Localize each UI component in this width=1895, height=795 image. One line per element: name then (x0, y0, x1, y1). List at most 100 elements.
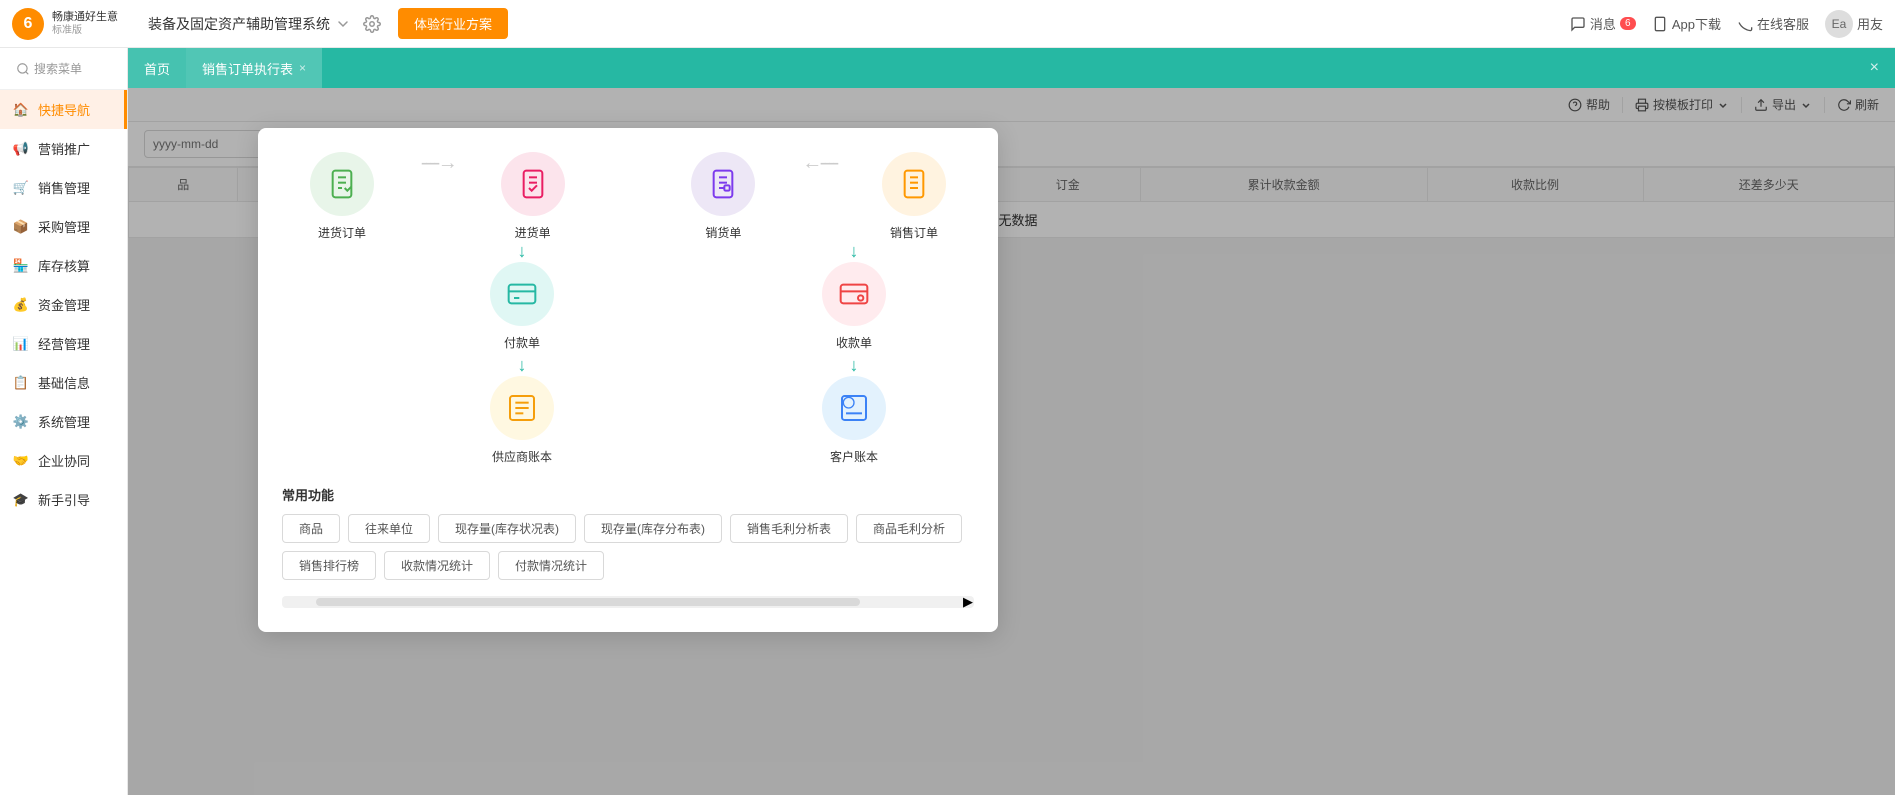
sidebar-item-sales[interactable]: 🛒 销售管理 (0, 168, 127, 207)
btn-sales-gross[interactable]: 销售毛利分析表 (730, 514, 848, 543)
tab-sales-order-label: 销售订单执行表 (202, 59, 293, 78)
purchase-order-circle (310, 152, 374, 216)
system-icon: ⚙️ (12, 413, 30, 431)
online-service-label: 在线客服 (1757, 14, 1809, 33)
search-icon (16, 62, 30, 76)
page-content: 帮助 按模板打印 导出 (128, 88, 1895, 795)
main-area: 搜索菜单 🏠 快捷导航 📢 营销推广 🛒 销售管理 📦 采购管理 🏪 库 (0, 48, 1895, 795)
message-badge: 6 (1620, 17, 1636, 30)
modal: 进货订单 - - - - → 进货单 (258, 128, 998, 632)
arrow-2: ← - - - - (783, 152, 854, 199)
sales-order-label: 销售订单 (890, 224, 938, 241)
left-down-col: ↓ 付款单 ↓ (462, 241, 582, 465)
sidebar-item-operation[interactable]: 📊 经营管理 (0, 324, 127, 363)
sidebar-item-label: 系统管理 (38, 412, 90, 431)
flow-item-purchase-order[interactable]: 进货订单 (282, 152, 402, 241)
experience-button[interactable]: 体验行业方案 (398, 8, 508, 39)
sidebar-item-label: 采购管理 (38, 217, 90, 236)
logo-name: 畅康通好生意 (52, 10, 118, 24)
common-title: 常用功能 (282, 485, 974, 504)
top-bar-right: 消息 6 App下载 在线客服 Ea 用友 (1570, 10, 1883, 38)
sidebar-item-label: 资金管理 (38, 295, 90, 314)
btn-stock-dist[interactable]: 现存量(库存分布表) (584, 514, 722, 543)
btn-partner[interactable]: 往来单位 (348, 514, 430, 543)
sidebar-item-label: 企业协同 (38, 451, 90, 470)
purchase-icon: 📦 (12, 218, 30, 236)
logo-area: 6 畅康通好生意 标准版 (12, 8, 140, 40)
search-inner[interactable]: 搜索菜单 (8, 56, 119, 81)
scroll-right-btn[interactable]: ▶ (962, 596, 974, 608)
btn-goods[interactable]: 商品 (282, 514, 340, 543)
sidebar-item-quick-nav[interactable]: 🏠 快捷导航 (0, 90, 127, 129)
system-title: 装备及固定资产辅助管理系统 (148, 14, 350, 34)
sidebar-search[interactable]: 搜索菜单 (0, 48, 127, 90)
message-item[interactable]: 消息 6 (1570, 14, 1636, 33)
flow-item-sales-order[interactable]: 销售订单 (854, 152, 974, 241)
flow-item-supplier-ledger[interactable]: 供应商账本 (462, 376, 582, 465)
flow-item-sales-bill[interactable]: 销货单 (663, 152, 783, 241)
sidebar-item-basic[interactable]: 📋 基础信息 (0, 363, 127, 402)
purchase-order-label: 进货订单 (318, 224, 366, 241)
user-name: 用友 (1857, 14, 1883, 33)
payment-label: 付款单 (504, 334, 540, 351)
supplier-ledger-circle (490, 376, 554, 440)
sidebar-item-system[interactable]: ⚙️ 系统管理 (0, 402, 127, 441)
sidebar: 搜索菜单 🏠 快捷导航 📢 营销推广 🛒 销售管理 📦 采购管理 🏪 库 (0, 48, 128, 795)
payment-circle (490, 262, 554, 326)
btn-payment-stats[interactable]: 付款情况统计 (498, 551, 604, 580)
logo-icon: 6 (12, 8, 44, 40)
tab-sales-order[interactable]: 销售订单执行表 × (186, 48, 322, 88)
purchase-bill-circle (501, 152, 565, 216)
app-download-item[interactable]: App下载 (1652, 14, 1721, 33)
sidebar-item-marketing[interactable]: 📢 营销推广 (0, 129, 127, 168)
inventory-icon: 🏪 (12, 257, 30, 275)
sidebar-item-label: 销售管理 (38, 178, 90, 197)
common-buttons: 商品 往来单位 现存量(库存状况表) 现存量(库存分布表) 销售毛利分析表 商品… (282, 514, 974, 543)
sidebar-item-inventory[interactable]: 🏪 库存核算 (0, 246, 127, 285)
dropdown-icon[interactable] (336, 17, 350, 31)
common-buttons-row2: 销售排行榜 收款情况统计 付款情况统计 (282, 551, 974, 580)
sidebar-item-label: 库存核算 (38, 256, 90, 275)
online-service-item[interactable]: 在线客服 (1737, 14, 1809, 33)
flow-item-payment[interactable]: 付款单 (462, 262, 582, 351)
supplier-ledger-label: 供应商账本 (492, 448, 552, 465)
sidebar-item-finance[interactable]: 💰 资金管理 (0, 285, 127, 324)
flow-item-receipt[interactable]: 收款单 (794, 262, 914, 351)
marketing-icon: 📢 (12, 140, 30, 158)
modal-scrollbar[interactable]: ▶ (282, 596, 974, 608)
sidebar-item-label: 经营管理 (38, 334, 90, 353)
sales-bill-label: 销货单 (705, 224, 741, 241)
app-download-label: App下载 (1672, 14, 1721, 33)
basic-icon: 📋 (12, 374, 30, 392)
btn-goods-gross[interactable]: 商品毛利分析 (856, 514, 962, 543)
search-label: 搜索菜单 (34, 60, 82, 77)
user-item[interactable]: Ea 用友 (1825, 10, 1883, 38)
tab-bar-close-button[interactable]: × (1854, 59, 1895, 77)
flow-item-purchase-bill[interactable]: 进货单 (473, 152, 593, 241)
scroll-track (316, 598, 860, 606)
top-bar: 6 畅康通好生意 标准版 装备及固定资产辅助管理系统 体验行业方案 消息 6 (0, 0, 1895, 48)
btn-receipt-stats[interactable]: 收款情况统计 (384, 551, 490, 580)
sidebar-item-enterprise[interactable]: 🤝 企业协同 (0, 441, 127, 480)
sidebar-item-purchase[interactable]: 📦 采购管理 (0, 207, 127, 246)
tab-close-icon[interactable]: × (299, 61, 306, 75)
receipt-label: 收款单 (836, 334, 872, 351)
btn-sales-rank[interactable]: 销售排行榜 (282, 551, 376, 580)
receipt-circle (822, 262, 886, 326)
flow-item-customer-ledger[interactable]: 客户账本 (794, 376, 914, 465)
tab-home-label: 首页 (144, 59, 170, 78)
flow-section: 进货订单 - - - - → 进货单 (282, 152, 974, 465)
tab-home[interactable]: 首页 (128, 48, 186, 88)
customer-ledger-label: 客户账本 (830, 448, 878, 465)
avatar: Ea (1825, 10, 1853, 38)
sidebar-item-guide[interactable]: 🎓 新手引导 (0, 480, 127, 519)
btn-stock-status[interactable]: 现存量(库存状况表) (438, 514, 576, 543)
operation-icon: 📊 (12, 335, 30, 353)
flow-arrows-row: ↓ 付款单 ↓ (282, 241, 974, 465)
settings-icon[interactable] (358, 10, 386, 38)
logo-sub: 标准版 (52, 24, 118, 37)
system-title-text: 装备及固定资产辅助管理系统 (148, 14, 330, 34)
sidebar-item-label: 快捷导航 (38, 100, 90, 119)
arrow-down-3: ↓ (518, 355, 527, 376)
sales-bill-circle (691, 152, 755, 216)
